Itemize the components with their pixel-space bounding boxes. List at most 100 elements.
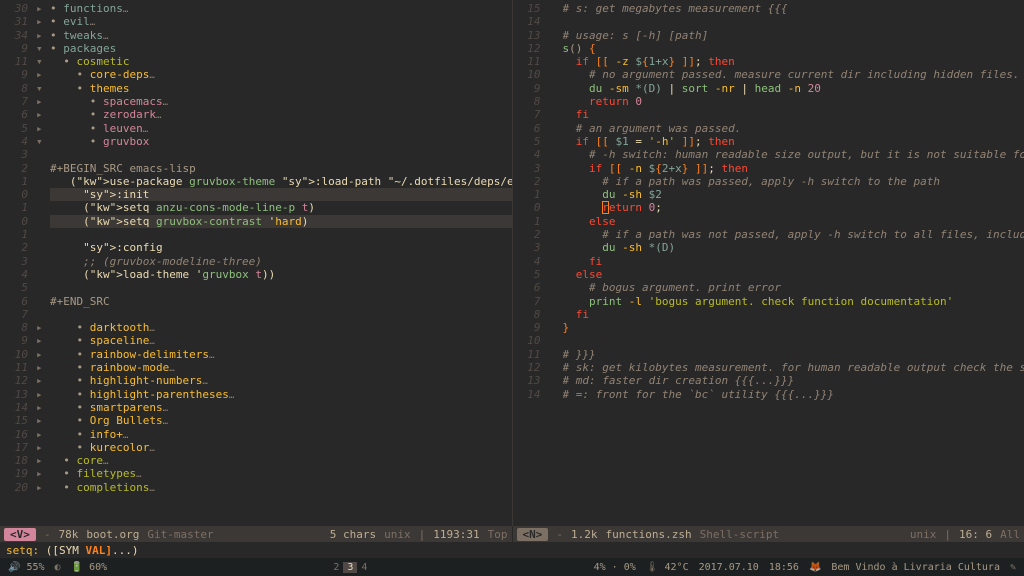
- code-line[interactable]: 34▸• tweaks…: [0, 29, 512, 42]
- code-line[interactable]: 11 if [[ -z ${1+x} ]]; then: [513, 55, 1024, 68]
- battery-icon: 🔋: [71, 562, 83, 573]
- code-line[interactable]: 12s() {: [513, 42, 1024, 55]
- code-line[interactable]: 7▸ • spacemacs…: [0, 95, 512, 108]
- code-line[interactable]: 5 if [[ $1 = '-h' ]]; then: [513, 135, 1024, 148]
- code-line[interactable]: 8 return 0: [513, 95, 1024, 108]
- code-line[interactable]: 4 ("kw">load-theme 'gruvbox t)): [0, 268, 512, 281]
- code-line[interactable]: 6▸ • zerodark…: [0, 108, 512, 121]
- modeline-right[interactable]: <N> - 1.2k functions.zsh Shell-script un…: [512, 526, 1024, 542]
- left-buffer[interactable]: 30▸• functions…31▸• evil…34▸• tweaks…9▾•…: [0, 0, 512, 526]
- temp-icon: 🌡: [646, 562, 659, 573]
- code-line[interactable]: 10 # no argument passed. measure current…: [513, 68, 1024, 81]
- modified-flag: -: [556, 528, 563, 541]
- cursor-pos: 1193:31: [433, 528, 479, 541]
- major-mode: Shell-script: [700, 528, 779, 541]
- edit-icon[interactable]: ✎: [1010, 562, 1016, 573]
- code-line[interactable]: 3: [0, 148, 512, 161]
- code-line[interactable]: 0 "sy">:init: [0, 188, 512, 201]
- code-line[interactable]: 19▸ • filetypes…: [0, 467, 512, 480]
- code-line[interactable]: 9▾• packages: [0, 42, 512, 55]
- time: 18:56: [769, 562, 799, 573]
- code-line[interactable]: 9}: [513, 321, 1024, 334]
- code-line[interactable]: 13▸ • highlight-parentheses…: [0, 388, 512, 401]
- code-line[interactable]: 8▾ • themes: [0, 82, 512, 95]
- code-line[interactable]: 9▸ • spaceline…: [0, 334, 512, 347]
- buffer-name: boot.org: [86, 528, 139, 541]
- code-line[interactable]: 3 ;; (gruvbox-modeline-three): [0, 255, 512, 268]
- code-line[interactable]: 6 # bogus argument. print error: [513, 281, 1024, 294]
- code-line[interactable]: 15# s: get megabytes measurement {{{: [513, 2, 1024, 15]
- code-line[interactable]: 10▸ • rainbow-delimiters…: [0, 348, 512, 361]
- code-line[interactable]: 4 # -h switch: human readable size outpu…: [513, 148, 1024, 161]
- code-line[interactable]: 11# }}}: [513, 348, 1024, 361]
- volume-icon: 🔊: [8, 562, 20, 573]
- code-line[interactable]: 12▸ • highlight-numbers…: [0, 374, 512, 387]
- workspace-switcher[interactable]: 234: [329, 562, 371, 573]
- workspace-4[interactable]: 4: [357, 562, 371, 573]
- right-pane[interactable]: 15# s: get megabytes measurement {{{1413…: [512, 0, 1024, 526]
- code-line[interactable]: 8▸ • darktooth…: [0, 321, 512, 334]
- editor-area: 30▸• functions…31▸• evil…34▸• tweaks…9▾•…: [0, 0, 1024, 526]
- code-line[interactable]: 15▸ • Org Bullets…: [0, 414, 512, 427]
- brightness-icon[interactable]: ◐: [55, 562, 61, 573]
- code-line[interactable]: 11▸ • rainbow-mode…: [0, 361, 512, 374]
- code-line[interactable]: 7 fi: [513, 108, 1024, 121]
- code-line[interactable]: 11▾ • cosmetic: [0, 55, 512, 68]
- code-line[interactable]: 3 if [[ -n ${2+x} ]]; then: [513, 162, 1024, 175]
- code-line[interactable]: 5: [0, 281, 512, 294]
- evil-state-right: <N>: [517, 528, 549, 541]
- code-line[interactable]: 10: [513, 334, 1024, 347]
- code-line[interactable]: 31▸• evil…: [0, 15, 512, 28]
- code-line[interactable]: 20▸ • completions…: [0, 481, 512, 494]
- code-line[interactable]: 13# md: faster dir creation {{{...}}}: [513, 374, 1024, 387]
- encoding: unix: [384, 528, 411, 541]
- eldoc-args: ([SYM VAL]...): [46, 544, 139, 557]
- code-line[interactable]: 0 return 0;: [513, 201, 1024, 214]
- code-line[interactable]: 7: [0, 308, 512, 321]
- code-line[interactable]: 13# usage: s [-h] [path]: [513, 29, 1024, 42]
- volume[interactable]: 🔊 55%: [8, 562, 45, 573]
- left-pane[interactable]: 30▸• functions…31▸• evil…34▸• tweaks…9▾•…: [0, 0, 512, 526]
- code-line[interactable]: 5▸ • leuven…: [0, 122, 512, 135]
- temperature: 🌡 42°C: [646, 562, 689, 573]
- code-line[interactable]: 1 ("kw">setq anzu-cons-mode-line-p t): [0, 201, 512, 214]
- code-line[interactable]: 1 ("kw">use-package gruvbox-theme "sy">:…: [0, 175, 512, 188]
- workspace-3[interactable]: 3: [343, 562, 357, 573]
- code-line[interactable]: 9 du -sm *(D) | sort -nr | head -n 20: [513, 82, 1024, 95]
- window-title[interactable]: Bem Vindo à Livraria Cultura: [831, 562, 1000, 573]
- code-line[interactable]: 6#+END_SRC: [0, 295, 512, 308]
- code-line[interactable]: 4▾ • gruvbox: [0, 135, 512, 148]
- code-line[interactable]: 14# =: front for the `bc` utility {{{...…: [513, 388, 1024, 401]
- modeline-left[interactable]: <V> - 78k boot.org Git-master 5 chars un…: [0, 526, 512, 542]
- code-line[interactable]: 2 # if a path was not passed, apply -h s…: [513, 228, 1024, 241]
- workspace-2[interactable]: 2: [329, 562, 343, 573]
- code-line[interactable]: 17▸ • kurecolor…: [0, 441, 512, 454]
- code-line[interactable]: 6 # an argument was passed.: [513, 122, 1024, 135]
- code-line[interactable]: 2 "sy">:config: [0, 241, 512, 254]
- code-line[interactable]: 12# sk: get kilobytes measurement. for h…: [513, 361, 1024, 374]
- evil-state-left: <V>: [4, 528, 36, 541]
- right-buffer[interactable]: 15# s: get megabytes measurement {{{1413…: [513, 0, 1024, 526]
- code-line[interactable]: 4 fi: [513, 255, 1024, 268]
- code-line[interactable]: 2 # if a path was passed, apply -h switc…: [513, 175, 1024, 188]
- code-line[interactable]: 3 du -sh *(D): [513, 241, 1024, 254]
- code-line[interactable]: 1: [0, 228, 512, 241]
- code-line[interactable]: 1 du -sh $2: [513, 188, 1024, 201]
- code-line[interactable]: 1 else: [513, 215, 1024, 228]
- code-line[interactable]: 0 ("kw">setq gruvbox-contrast 'hard): [0, 215, 512, 228]
- net-speed: 4% · 0%: [594, 562, 636, 573]
- code-line[interactable]: 14: [513, 15, 1024, 28]
- code-line[interactable]: 30▸• functions…: [0, 2, 512, 15]
- date: 2017.07.10: [699, 562, 759, 573]
- code-line[interactable]: 8 fi: [513, 308, 1024, 321]
- code-line[interactable]: 16▸ • info+…: [0, 428, 512, 441]
- vc-branch: Git-master: [147, 528, 213, 541]
- code-line[interactable]: 9▸ • core-deps…: [0, 68, 512, 81]
- buffer-name: functions.zsh: [606, 528, 692, 541]
- code-line[interactable]: 14▸ • smartparens…: [0, 401, 512, 414]
- code-line[interactable]: 5 else: [513, 268, 1024, 281]
- battery[interactable]: 🔋 60%: [71, 562, 108, 573]
- code-line[interactable]: 18▸ • core…: [0, 454, 512, 467]
- code-line[interactable]: 2#+BEGIN_SRC emacs-lisp: [0, 162, 512, 175]
- code-line[interactable]: 7 print -l 'bogus argument. check functi…: [513, 295, 1024, 308]
